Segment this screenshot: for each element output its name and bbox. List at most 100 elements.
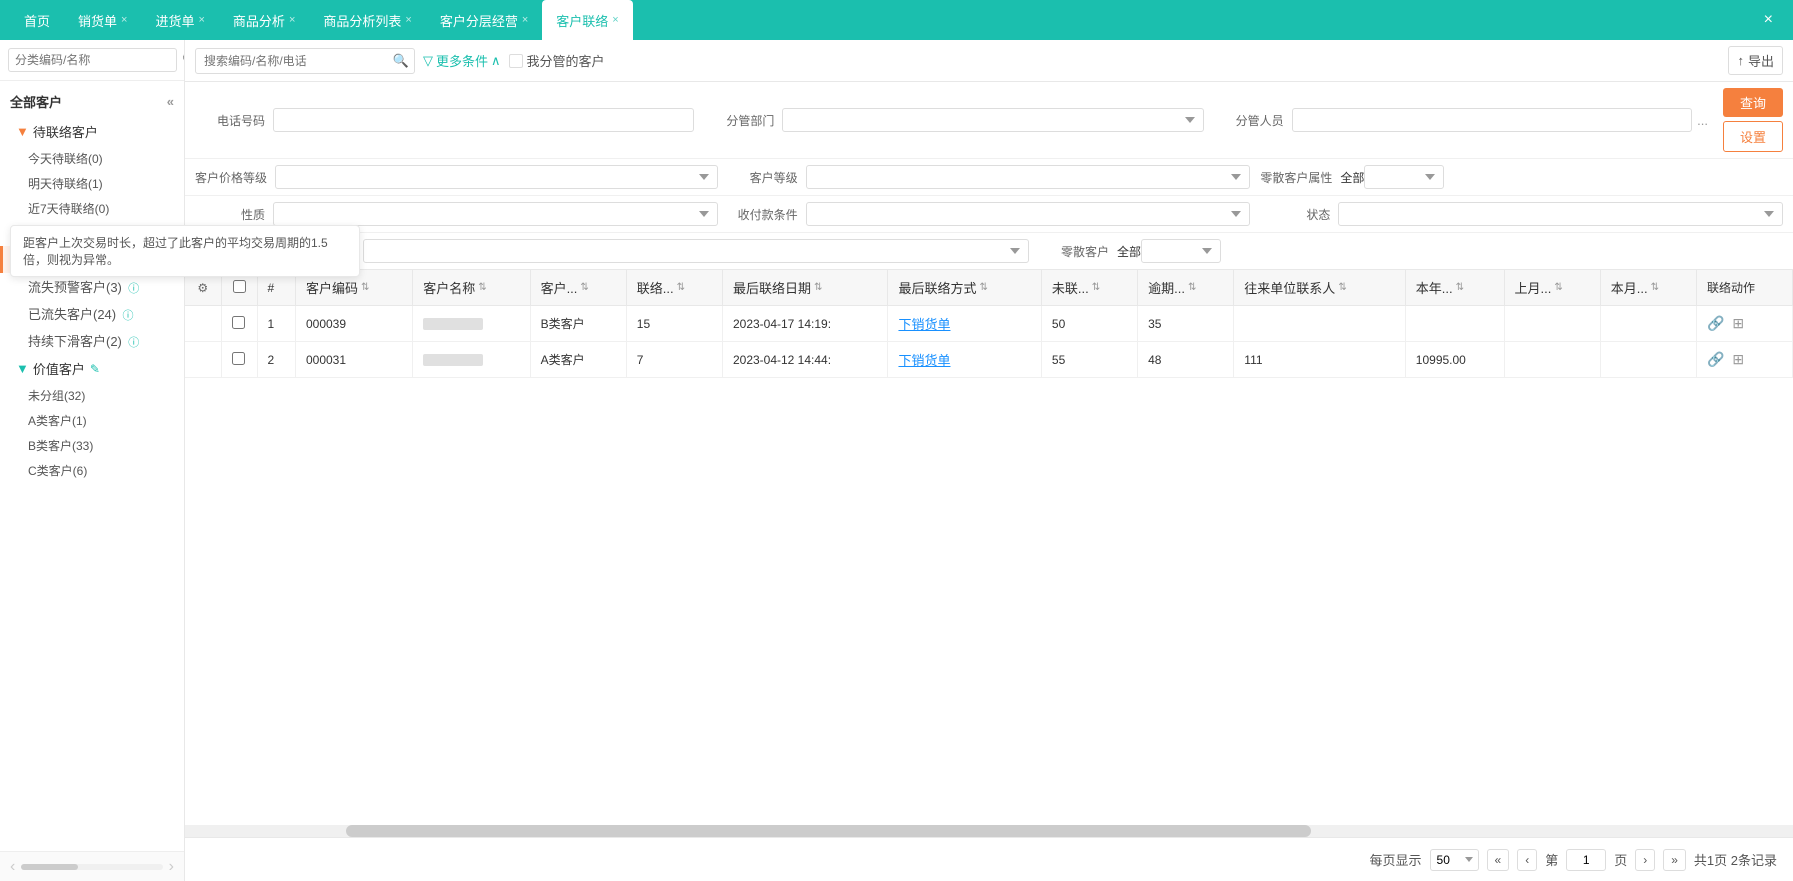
th-name[interactable]: 客户名称⇅ [413,270,530,306]
filter-person-ellipsis[interactable]: ... [1692,113,1713,128]
select-all-checkbox[interactable] [233,280,246,293]
sidebar-item-churned[interactable]: 已流失客户(24) ⓘ [0,300,184,327]
th-category[interactable]: 客户...⇅ [530,270,626,306]
filter-bar: 🔍 ▽ 更多条件 ∧ 我分管的客户 ↑ 导出 [185,40,1793,82]
page-input[interactable] [1566,849,1606,871]
filter-retail-customer-select[interactable] [1141,239,1221,263]
edit-groups-icon[interactable]: ✎ [90,362,100,376]
prev-page-button[interactable]: ‹ [1517,849,1537,871]
sidebar-collapse-icon[interactable]: « [167,94,174,109]
td-category-r1: B类客户 [530,306,626,342]
nav-item-home[interactable]: 首页 [10,0,64,40]
my-customers-checkbox[interactable] [509,54,523,68]
sidebar-scroll-left[interactable]: ‹ [10,858,15,876]
nav-item-product-analysis[interactable]: 商品分析 × [219,0,309,40]
th-contact[interactable]: 联络...⇅ [626,270,722,306]
td-last-date-r2: 2023-04-12 14:44: [722,342,888,378]
th-last-month[interactable]: 上月...⇅ [1504,270,1600,306]
query-button[interactable]: 查询 [1723,88,1783,117]
filter-search-icon[interactable]: 🔍 [393,53,409,69]
nav-close-sales[interactable]: × [121,14,127,26]
horizontal-scrollbar[interactable] [185,825,1793,837]
th-overdue[interactable]: 逾期...⇅ [1138,270,1234,306]
sidebar-item-tomorrow[interactable]: 明天待联络(1) [0,171,184,196]
filter-person-label: 分管人员 [1214,112,1284,129]
sidebar-item-ungroup[interactable]: 未分组(32) [0,383,184,408]
filter-customer-level-label: 客户等级 [728,169,798,186]
churned-info-icon[interactable]: ⓘ [122,310,133,322]
nav-item-customer-contact[interactable]: 客户联络 × [542,0,632,40]
row2-checkbox[interactable] [232,352,245,365]
last-method-link-r2[interactable]: 下销货单 [898,353,950,368]
export-button[interactable]: ↑ 导出 [1728,46,1783,75]
churn-warning-info-icon[interactable]: ⓘ [128,283,139,295]
td-overdue-r2: 48 [1138,342,1234,378]
my-customers-toggle[interactable]: 我分管的客户 [509,51,605,70]
td-checkbox-r1[interactable] [221,306,257,342]
sidebar-scroll-right[interactable]: › [169,858,174,876]
sidebar-pending-section[interactable]: ▼ 待联络客户 [0,117,184,146]
th-this-year[interactable]: 本年...⇅ [1405,270,1504,306]
sidebar-item-class-c[interactable]: C类客户(6) [0,458,184,483]
settings-button[interactable]: 设置 [1723,121,1783,152]
per-page-label: 每页显示 [1370,850,1422,869]
td-last-method-r1[interactable]: 下销货单 [888,306,1041,342]
td-checkbox-r2[interactable] [221,342,257,378]
sidebar-item-today[interactable]: 今天待联络(0) [0,146,184,171]
filter-person-input[interactable] [1292,108,1692,132]
declining-info-icon[interactable]: ⓘ [128,337,139,349]
th-last-contact-date[interactable]: 最后联络日期⇅ [722,270,888,306]
nav-close-customer-tier[interactable]: × [522,14,528,26]
nav-item-customer-tier[interactable]: 客户分层经营 × [426,0,542,40]
next-page-button[interactable]: › [1635,849,1655,871]
contact-sort-icon: ⇅ [677,282,685,293]
filter-price-level-select[interactable] [275,165,718,189]
th-partner-contacts[interactable]: 往来单位联系人⇅ [1234,270,1406,306]
action-grid-icon-r1[interactable]: ⊞ [1732,315,1744,332]
sidebar-search-input[interactable] [8,48,177,72]
scrollbar-thumb[interactable] [346,825,1311,837]
filter-phone-input[interactable] [273,108,694,132]
nav-item-sales[interactable]: 销货单 × [64,0,141,40]
filter-customer-type-select[interactable] [363,239,1029,263]
nav-close-product-list[interactable]: × [405,14,411,26]
filter-search-input[interactable] [195,48,415,74]
last-page-button[interactable]: » [1663,849,1686,871]
filter-customer-level-select[interactable] [806,165,1251,189]
filter-retail-customer: 零散客户 全部 [1039,239,1783,263]
last-method-link-r1[interactable]: 下销货单 [898,317,950,332]
sidebar-all-customers[interactable]: 全部客户 « [0,86,184,117]
th-this-month[interactable]: 本月...⇅ [1600,270,1696,306]
nav-close-customer-contact[interactable]: × [612,14,618,26]
sidebar-item-class-b[interactable]: B类客户(33) [0,433,184,458]
filter-dept-select[interactable] [782,108,1203,132]
filter-phone-label: 电话号码 [195,112,265,129]
first-page-button[interactable]: « [1487,849,1510,871]
nav-close-purchase[interactable]: × [198,14,204,26]
sidebar-item-churn-warning[interactable]: 流失预警客户(3) ⓘ [0,273,184,300]
sidebar-item-7days[interactable]: 近7天待联络(0) [0,196,184,221]
action-link-icon-r1[interactable]: 🔗 [1707,315,1724,332]
filter-payment-select[interactable] [806,202,1251,226]
row1-checkbox[interactable] [232,316,245,329]
filter-dept: 分管部门 [704,108,1203,132]
th-last-contact-method[interactable]: 最后联络方式⇅ [888,270,1041,306]
sidebar-item-declining[interactable]: 持续下滑客户(2) ⓘ [0,327,184,354]
td-last-method-r2[interactable]: 下销货单 [888,342,1041,378]
table-area[interactable]: ⚙ # 客户编码⇅ 客户名称⇅ 客户...⇅ 联络...⇅ 最后联络日期⇅ 最后… [185,270,1793,825]
per-page-select[interactable]: 50 100 200 [1430,849,1479,871]
nav-item-purchase[interactable]: 进货单 × [141,0,218,40]
action-link-icon-r2[interactable]: 🔗 [1707,351,1724,368]
filter-payment: 收付款条件 [728,202,1251,226]
sidebar-item-class-a[interactable]: A类客户(1) [0,408,184,433]
sidebar-value-customers-section[interactable]: ▼ 价值客户 ✎ [0,354,184,383]
filter-nature-select[interactable] [273,202,718,226]
window-close-button[interactable]: × [1754,11,1783,29]
nav-item-product-list[interactable]: 商品分析列表 × [309,0,425,40]
more-conditions-button[interactable]: ▽ 更多条件 ∧ [423,51,501,70]
th-uncontacted[interactable]: 未联...⇅ [1041,270,1137,306]
filter-status-select[interactable] [1338,202,1783,226]
nav-close-product-analysis[interactable]: × [289,14,295,26]
filter-retail-attr-select[interactable] [1364,165,1444,189]
action-grid-icon-r2[interactable]: ⊞ [1732,351,1744,368]
